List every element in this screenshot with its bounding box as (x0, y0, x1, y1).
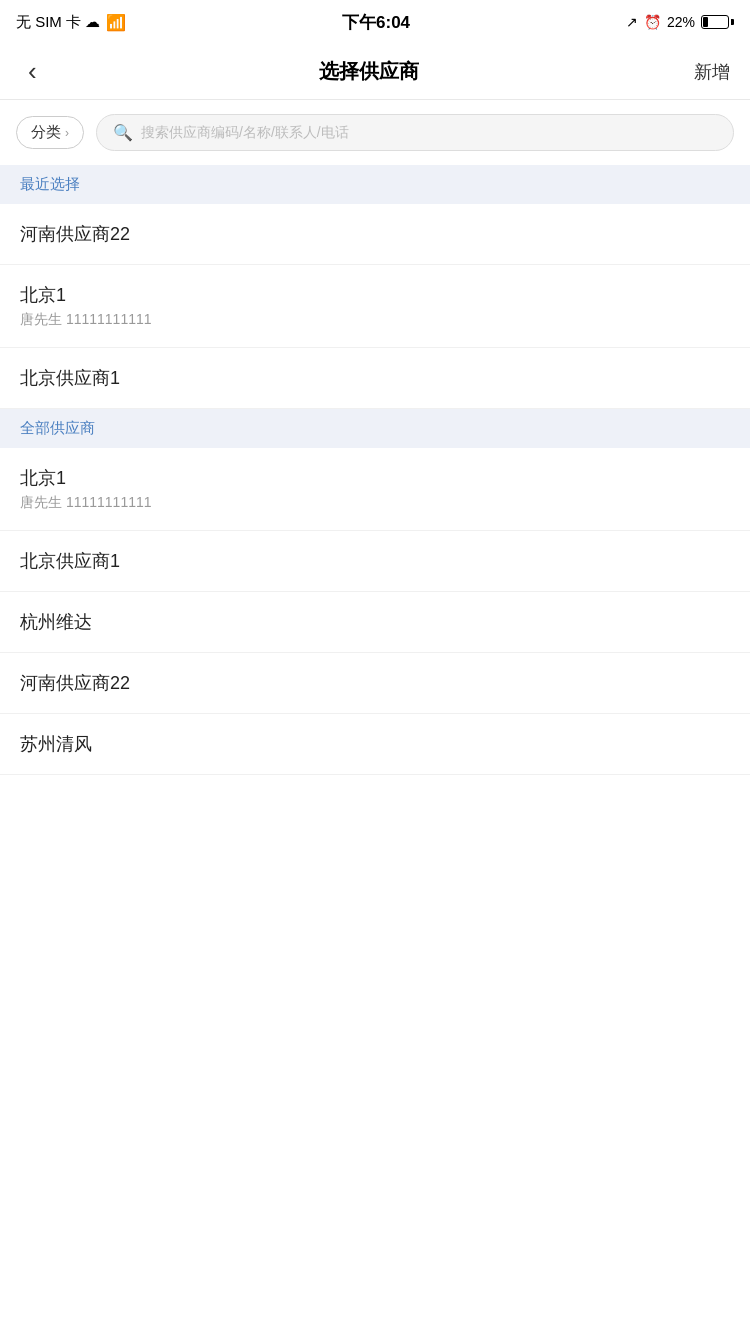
status-right: ↗ ⏰ 22% (626, 14, 734, 30)
battery-percentage: 22% (667, 14, 695, 30)
recent-section-header: 最近选择 (0, 165, 750, 204)
item-name: 北京供应商1 (20, 549, 730, 573)
item-sub: 唐先生 11111111111 (20, 494, 730, 512)
status-bar: 无 SIM 卡 ☁ 📶 下午6:04 ↗ ⏰ 22% (0, 0, 750, 44)
item-name: 河南供应商22 (20, 671, 730, 695)
wifi-icon: 📶 (106, 13, 126, 32)
item-name: 北京1 (20, 466, 730, 490)
filter-bar: 分类 › 🔍 搜索供应商编码/名称/联系人/电话 (0, 100, 750, 165)
alarm-icon: ⏰ (644, 14, 661, 30)
list-item[interactable]: 北京1 唐先生 11111111111 (0, 448, 750, 531)
no-sim-text: 无 SIM 卡 ☁ (16, 13, 100, 32)
item-name: 苏州清风 (20, 732, 730, 756)
all-section-label: 全部供应商 (20, 419, 95, 436)
list-item[interactable]: 北京供应商1 (0, 531, 750, 592)
category-button[interactable]: 分类 › (16, 116, 84, 149)
battery-icon (701, 15, 734, 29)
list-item[interactable]: 北京供应商1 (0, 348, 750, 409)
nav-bar: ‹ 选择供应商 新增 (0, 44, 750, 100)
add-button[interactable]: 新增 (694, 60, 730, 84)
search-box[interactable]: 🔍 搜索供应商编码/名称/联系人/电话 (96, 114, 734, 151)
list-item[interactable]: 河南供应商22 (0, 204, 750, 265)
item-name: 北京供应商1 (20, 366, 730, 390)
recent-section-label: 最近选择 (20, 175, 80, 192)
search-icon: 🔍 (113, 123, 133, 142)
list-item[interactable]: 北京1 唐先生 11111111111 (0, 265, 750, 348)
search-placeholder: 搜索供应商编码/名称/联系人/电话 (141, 124, 349, 142)
item-name: 北京1 (20, 283, 730, 307)
item-name: 杭州维达 (20, 610, 730, 634)
page-title: 选择供应商 (319, 58, 419, 85)
status-time: 下午6:04 (342, 11, 410, 34)
all-section-header: 全部供应商 (0, 409, 750, 448)
back-button[interactable]: ‹ (20, 52, 45, 91)
location-icon: ↗ (626, 14, 638, 30)
item-sub: 唐先生 11111111111 (20, 311, 730, 329)
status-left: 无 SIM 卡 ☁ 📶 (16, 13, 126, 32)
list-item[interactable]: 苏州清风 (0, 714, 750, 775)
list-item[interactable]: 河南供应商22 (0, 653, 750, 714)
list-item[interactable]: 杭州维达 (0, 592, 750, 653)
item-name: 河南供应商22 (20, 222, 730, 246)
chevron-right-icon: › (65, 126, 69, 140)
category-label: 分类 (31, 123, 61, 142)
